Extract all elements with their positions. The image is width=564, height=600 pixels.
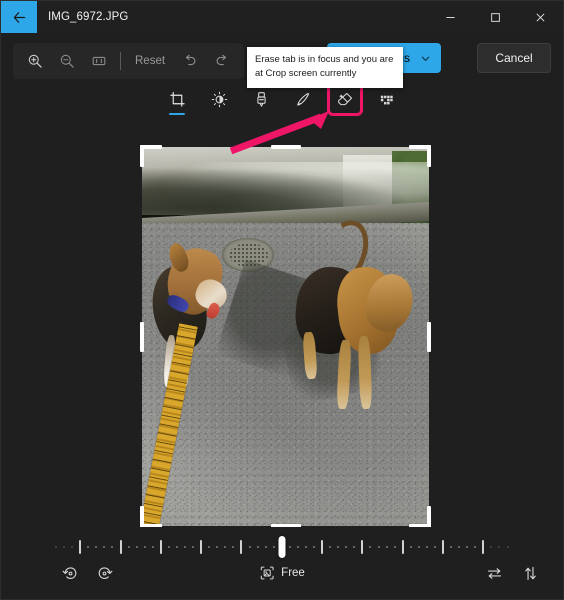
tab-adjustment[interactable] bbox=[205, 86, 233, 112]
rotate-right-button[interactable] bbox=[89, 559, 119, 587]
redo-button[interactable] bbox=[206, 47, 238, 75]
aspect-ratio-button[interactable]: Free bbox=[251, 559, 313, 587]
photos-editor-window: IMG_6972.JPG Reset Cancel Erase tab is i… bbox=[0, 0, 564, 600]
tab-retouch[interactable] bbox=[373, 86, 401, 112]
edit-tab-strip bbox=[1, 82, 563, 116]
tab-erase[interactable] bbox=[327, 82, 363, 116]
eraser-icon bbox=[337, 92, 352, 105]
tab-markup-pen[interactable] bbox=[247, 86, 275, 112]
toolbar-divider bbox=[120, 52, 121, 70]
zoom-toolbar-group: Reset bbox=[13, 43, 245, 79]
title-bar: IMG_6972.JPG bbox=[1, 1, 563, 33]
flip-horizontal-icon bbox=[487, 567, 501, 579]
maximize-button[interactable] bbox=[473, 1, 518, 33]
tooltip: Erase tab is in focus and you are at Cro… bbox=[247, 47, 403, 88]
dog-left bbox=[148, 240, 234, 390]
crop-controls-row: Free bbox=[1, 559, 563, 589]
straighten-slider[interactable] bbox=[55, 535, 509, 559]
rotate-counterclockwise-icon bbox=[62, 566, 76, 579]
rotate-left-button[interactable] bbox=[55, 559, 85, 587]
bottom-bar: Free bbox=[1, 527, 563, 599]
flip-vertical-icon bbox=[524, 566, 536, 580]
straighten-slider-thumb[interactable] bbox=[278, 536, 286, 558]
brightness-icon bbox=[211, 91, 227, 107]
mosaic-icon bbox=[380, 95, 393, 104]
tab-active-indicator bbox=[169, 113, 185, 115]
window-controls bbox=[428, 1, 563, 33]
reset-button[interactable]: Reset bbox=[126, 47, 174, 75]
zoom-in-button[interactable] bbox=[19, 47, 51, 75]
dog-right bbox=[286, 213, 420, 412]
minimize-button[interactable] bbox=[428, 1, 473, 33]
zoom-out-icon bbox=[60, 54, 74, 68]
flip-horizontal-button[interactable] bbox=[479, 559, 509, 587]
crop-icon bbox=[169, 91, 185, 107]
tab-highlighter[interactable] bbox=[289, 86, 317, 112]
highlighter-icon bbox=[296, 92, 309, 105]
window-title: IMG_6972.JPG bbox=[48, 11, 129, 23]
zoom-in-icon bbox=[28, 54, 42, 68]
maximize-icon bbox=[491, 12, 500, 22]
back-button[interactable] bbox=[1, 1, 37, 33]
close-icon bbox=[536, 13, 545, 21]
image-canvas[interactable] bbox=[1, 113, 563, 528]
redo-icon bbox=[216, 54, 227, 66]
photo-preview[interactable] bbox=[142, 147, 429, 526]
back-arrow-icon bbox=[13, 11, 25, 23]
rotate-clockwise-icon bbox=[98, 566, 112, 579]
chevron-down-icon[interactable] bbox=[420, 53, 431, 64]
close-button[interactable] bbox=[518, 1, 563, 33]
tab-crop[interactable] bbox=[163, 86, 191, 115]
undo-button[interactable] bbox=[174, 47, 206, 75]
undo-icon bbox=[185, 54, 196, 66]
minimize-icon bbox=[446, 16, 455, 18]
fit-to-window-icon bbox=[92, 56, 106, 66]
marker-pen-icon bbox=[256, 91, 266, 107]
fit-to-window-button[interactable] bbox=[83, 47, 115, 75]
zoom-out-button[interactable] bbox=[51, 47, 83, 75]
photo-image bbox=[142, 147, 429, 526]
aspect-ratio-icon bbox=[260, 566, 274, 580]
cancel-button[interactable]: Cancel bbox=[477, 43, 551, 73]
flip-vertical-button[interactable] bbox=[515, 559, 545, 587]
aspect-ratio-label: Free bbox=[281, 567, 305, 579]
